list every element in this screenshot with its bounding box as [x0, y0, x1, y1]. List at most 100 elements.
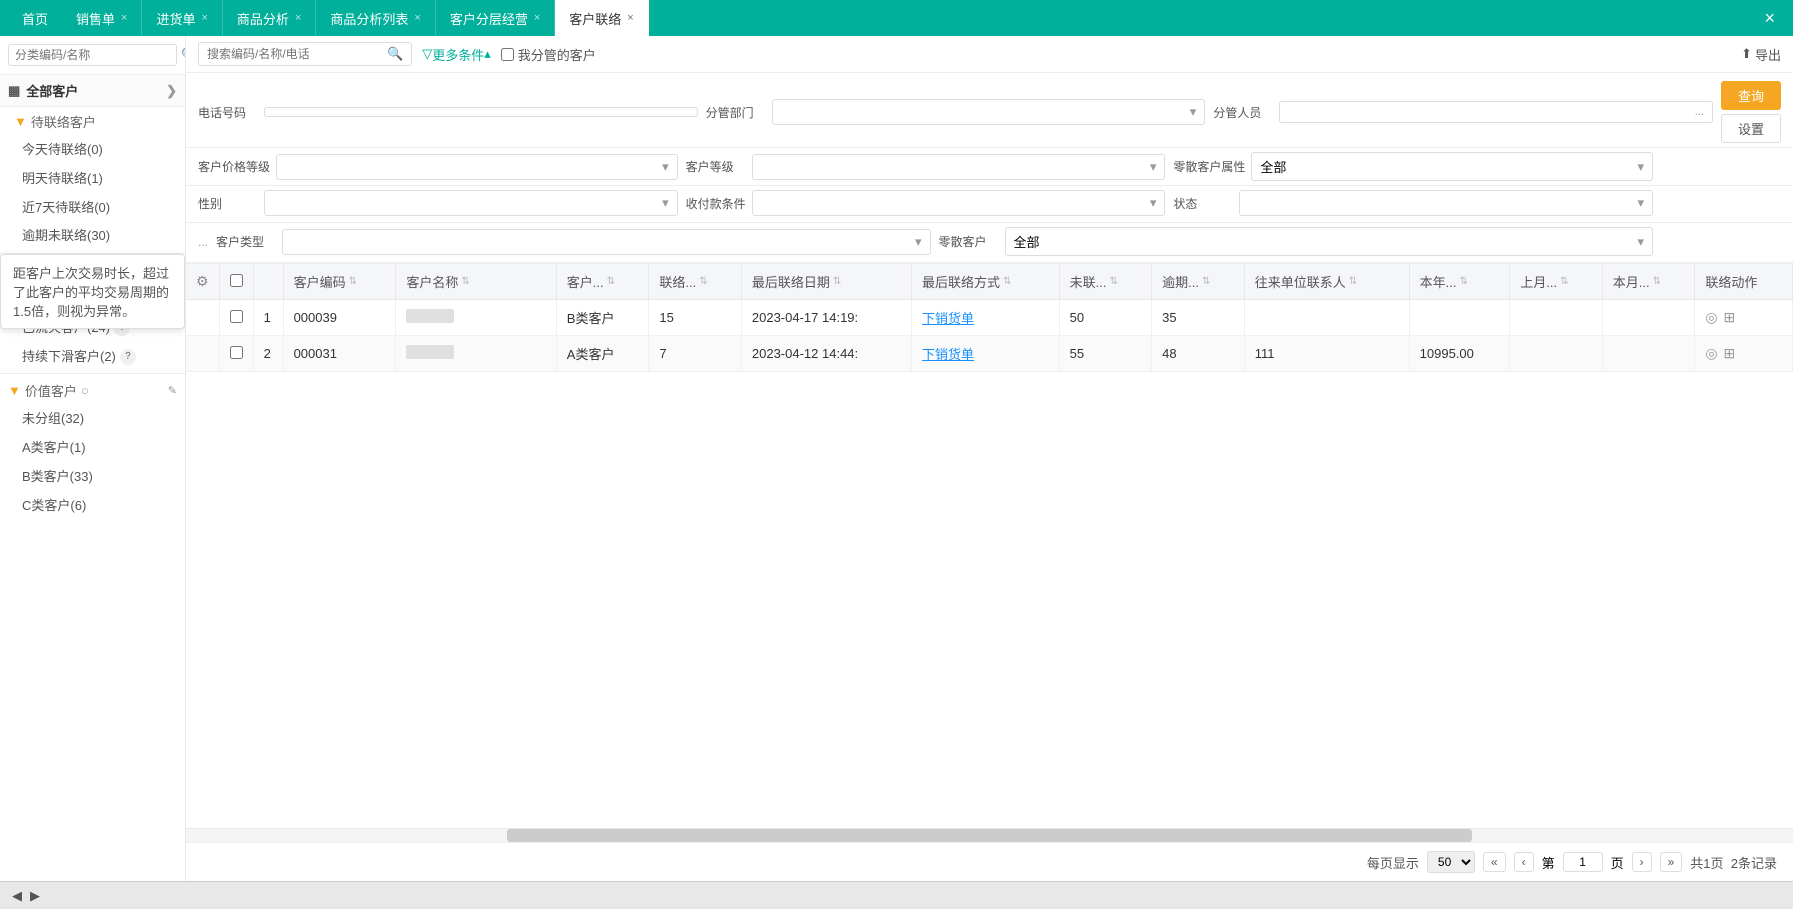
page-prev-btn[interactable]: ‹ — [1514, 852, 1534, 872]
unit-contact-sort-icon: ⇅ — [1349, 276, 1357, 287]
retail-attr-select[interactable]: 全部▾ — [1251, 152, 1653, 181]
close-purchase-tab[interactable]: × — [201, 12, 207, 24]
sidebar-collapse-btn[interactable]: ❯ — [166, 83, 177, 99]
page-first-btn[interactable]: « — [1483, 852, 1506, 872]
col-last-contact-method[interactable]: 最后联络方式⇅ — [912, 264, 1060, 300]
sidebar-item-today[interactable]: 今天待联络(0) — [0, 136, 185, 165]
search-btn-icon[interactable]: 🔍 — [387, 46, 403, 62]
add-value-group-icon[interactable]: ○ — [81, 383, 89, 398]
close-product-analysis-tab[interactable]: × — [295, 12, 301, 24]
sidebar-item-a-class[interactable]: A类客户(1) — [0, 434, 185, 463]
col-type[interactable]: 客户...⇅ — [556, 264, 649, 300]
nav-tab-purchase[interactable]: 进货单 × — [142, 0, 222, 36]
pending-contact-arrow: ▼ — [14, 114, 27, 129]
col-unit-contact[interactable]: 往来单位联系人⇅ — [1244, 264, 1409, 300]
row1-checkbox[interactable] — [230, 310, 243, 323]
status-select[interactable]: ▾ — [1239, 190, 1653, 216]
customer-type-select[interactable]: ▾ — [282, 229, 931, 255]
col-seq — [253, 264, 283, 300]
nav-tab-home[interactable]: 首页 — [8, 9, 62, 28]
col-this-month[interactable]: 本月...⇅ — [1602, 264, 1695, 300]
sidebar-item-overdue[interactable]: 逾期未联络(30) — [0, 222, 185, 251]
pending-contact-group[interactable]: ▼ 待联络客户 — [0, 107, 185, 136]
col-gear: ⚙ — [186, 264, 219, 300]
price-level-select[interactable]: ▾ — [276, 154, 678, 180]
this-year-sort-icon: ⇅ — [1460, 276, 1468, 287]
sidebar-item-sustain-decline[interactable]: 持续下滑客户(2) ? — [0, 343, 185, 372]
close-product-analysis-list-tab[interactable]: × — [414, 12, 420, 24]
filter-row-1: 电话号码 分管部门 ▾ 分管人员 ... 查询 设置 — [186, 73, 1793, 148]
manager-more-btn[interactable]: ... — [1695, 106, 1704, 118]
search-input[interactable] — [207, 47, 387, 61]
all-customers-header: ▦ 全部客户 ❯ — [0, 75, 185, 107]
col-not-contacted[interactable]: 未联...⇅ — [1059, 264, 1152, 300]
col-this-year[interactable]: 本年...⇅ — [1409, 264, 1510, 300]
row1-link-action-icon[interactable]: ◎ — [1705, 309, 1717, 326]
code-sort-icon: ⇅ — [349, 276, 357, 287]
page-last-btn[interactable]: » — [1660, 852, 1683, 872]
tooltip-box: 距客户上次交易时长，超过了此客户的平均交易周期的1.5倍，则视为异常。 — [0, 254, 185, 329]
sidebar-search-input[interactable] — [8, 44, 177, 66]
sidebar-search-area: 🔍 — [0, 36, 185, 75]
row1-grid-action-icon[interactable]: ⊞ — [1724, 309, 1736, 326]
grid-icon: ▦ — [8, 83, 20, 99]
sidebar-item-tomorrow[interactable]: 明天待联络(1) — [0, 165, 185, 194]
settings-btn[interactable]: 设置 — [1721, 114, 1781, 143]
row1-name-blur — [406, 309, 454, 323]
customer-level-select[interactable]: ▾ — [752, 154, 1166, 180]
sidebar-item-b-class[interactable]: B类客户(33) — [0, 463, 185, 492]
nav-tab-customer-contact[interactable]: 客户联络 × — [555, 0, 648, 36]
row2-method-link[interactable]: 下销货单 — [922, 347, 974, 362]
page-number-input[interactable] — [1563, 852, 1603, 872]
export-icon: ⬆ — [1741, 46, 1752, 62]
gender-select[interactable]: ▾ — [264, 190, 678, 216]
export-btn[interactable]: ⬆ 导出 — [1741, 45, 1781, 64]
my-customers-checkbox[interactable] — [501, 48, 514, 61]
phone-input[interactable] — [264, 107, 698, 117]
table-gear-icon[interactable]: ⚙ — [196, 273, 209, 289]
department-select[interactable]: ▾ — [772, 99, 1206, 125]
close-sales-tab[interactable]: × — [121, 12, 127, 24]
payment-select[interactable]: ▾ — [752, 190, 1166, 216]
page-next-btn[interactable]: › — [1632, 852, 1652, 872]
more-conditions-caret: ▴ — [484, 46, 491, 62]
more-ellipsis-btn[interactable]: ... — [198, 235, 208, 249]
window-close-button[interactable]: × — [1754, 8, 1785, 29]
row2-grid-action-icon[interactable]: ⊞ — [1724, 345, 1736, 362]
query-btn[interactable]: 查询 — [1721, 81, 1781, 110]
col-name[interactable]: 客户名称⇅ — [396, 264, 556, 300]
method-sort-icon: ⇅ — [1003, 276, 1011, 287]
col-action: 联络动作 — [1695, 264, 1793, 300]
value-customer-group[interactable]: ▼ 价值客户 ○ ✎ — [0, 376, 185, 405]
col-last-month[interactable]: 上月...⇅ — [1510, 264, 1603, 300]
close-customer-tier-tab[interactable]: × — [534, 12, 540, 24]
sidebar-item-unclassified[interactable]: 未分组(32) — [0, 405, 185, 434]
per-page-select[interactable]: 50 — [1427, 851, 1475, 873]
bottom-nav-left[interactable]: ◀ — [8, 888, 26, 904]
nav-tab-sales[interactable]: 销售单 × — [62, 0, 142, 36]
bottom-nav-right[interactable]: ▶ — [26, 888, 44, 904]
row2-link-action-icon[interactable]: ◎ — [1705, 345, 1717, 362]
horizontal-scrollbar[interactable] — [186, 828, 1793, 842]
date-sort-icon: ⇅ — [833, 276, 841, 287]
manager-select[interactable]: ... — [1279, 101, 1713, 123]
nav-tab-product-analysis-list[interactable]: 商品分析列表 × — [316, 0, 435, 36]
close-customer-contact-tab[interactable]: × — [627, 12, 633, 24]
sidebar-item-c-class[interactable]: C类客户(6) — [0, 492, 185, 521]
retail-customer-select[interactable]: 全部▾ — [1005, 227, 1654, 256]
nav-tab-product-analysis[interactable]: 商品分析 × — [223, 0, 316, 36]
sidebar-item-7days[interactable]: 近7天待联络(0) — [0, 194, 185, 223]
col-contact[interactable]: 联络...⇅ — [649, 264, 742, 300]
sidebar-search-icon[interactable]: 🔍 — [181, 47, 186, 63]
more-conditions-btn[interactable]: ▽ 更多条件 ▴ — [422, 45, 491, 64]
edit-value-group-icon[interactable]: ✎ — [168, 384, 177, 397]
col-overdue[interactable]: 逾期...⇅ — [1152, 264, 1245, 300]
select-all-checkbox[interactable] — [230, 274, 243, 287]
row2-checkbox[interactable] — [230, 346, 243, 359]
row1-method-link[interactable]: 下销货单 — [922, 311, 974, 326]
col-last-contact-date[interactable]: 最后联络日期⇅ — [741, 264, 911, 300]
customers-table: ⚙ 客户编码⇅ 客户名称⇅ 客户...⇅ — [186, 264, 1793, 372]
col-code[interactable]: 客户编码⇅ — [283, 264, 396, 300]
sidebar: 🔍 ▦ 全部客户 ❯ ▼ 待联络客户 今天待联络(0) 明天待联络(1) 近7天… — [0, 36, 186, 881]
nav-tab-customer-tier[interactable]: 客户分层经营 × — [436, 0, 555, 36]
